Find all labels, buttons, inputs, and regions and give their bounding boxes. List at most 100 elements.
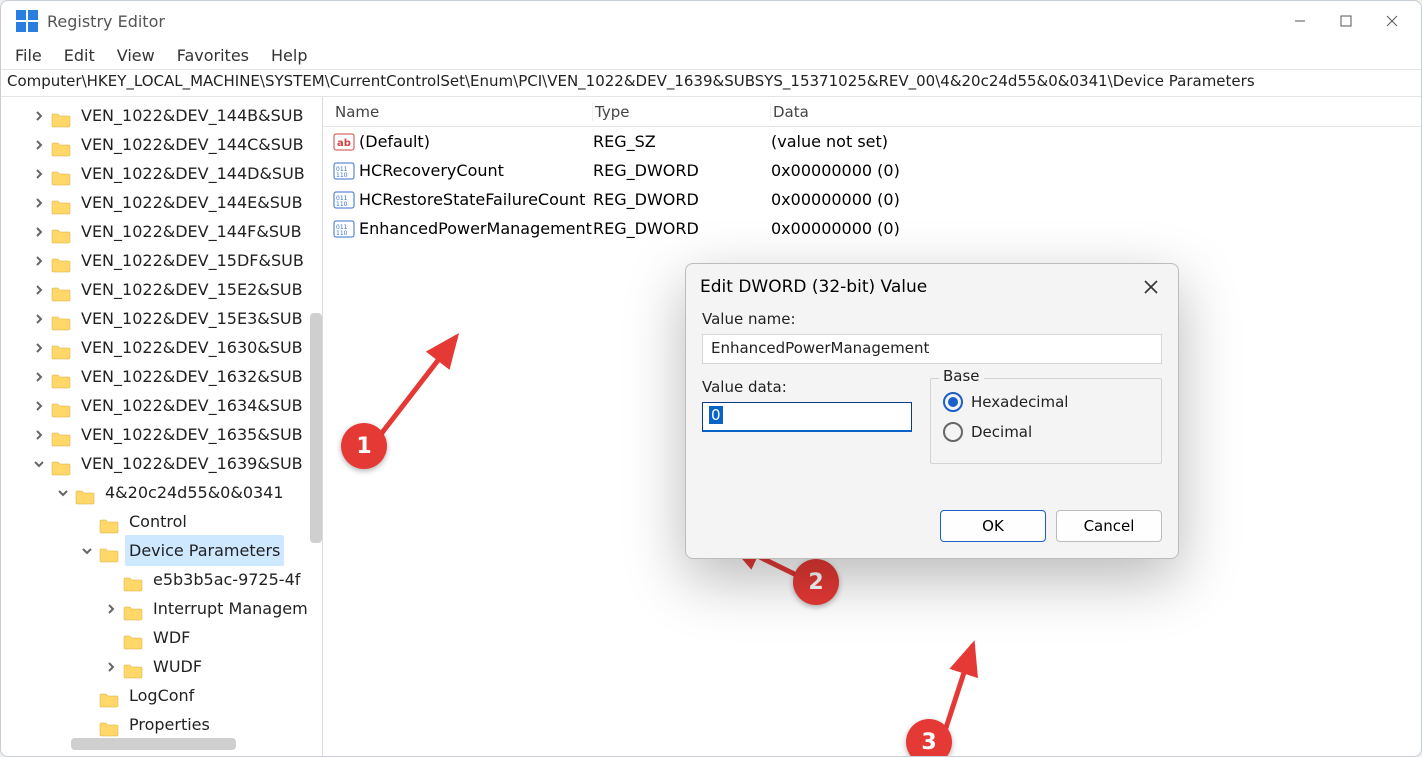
folder-icon <box>123 601 143 617</box>
folder-icon <box>51 137 71 153</box>
value-data-input[interactable]: 0 <box>702 402 912 432</box>
tree-node[interactable]: VEN_1022&DEV_15E2&SUB <box>1 275 322 304</box>
tree-node[interactable]: WDF <box>1 623 322 652</box>
cancel-button[interactable]: Cancel <box>1056 510 1162 542</box>
tree-node-label: VEN_1022&DEV_1639&SUB <box>77 448 307 479</box>
tree-node[interactable]: VEN_1022&DEV_15DF&SUB <box>1 246 322 275</box>
svg-text:110: 110 <box>336 172 348 179</box>
chevron-right-icon[interactable] <box>31 111 47 121</box>
tree-node[interactable]: WUDF <box>1 652 322 681</box>
chevron-right-icon[interactable] <box>103 662 119 672</box>
tree-node[interactable]: VEN_1022&DEV_144B&SUB <box>1 101 322 130</box>
tree-node[interactable]: Properties <box>1 710 322 739</box>
tree-node[interactable]: VEN_1022&DEV_1635&SUB <box>1 420 322 449</box>
chevron-right-icon[interactable] <box>31 227 47 237</box>
dialog-titlebar: Edit DWORD (32-bit) Value <box>686 264 1178 310</box>
tree-node-label: VEN_1022&DEV_15E2&SUB <box>77 274 307 305</box>
menu-favorites[interactable]: Favorites <box>177 46 249 65</box>
ok-button[interactable]: OK <box>940 510 1046 542</box>
tree-node[interactable]: VEN_1022&DEV_1632&SUB <box>1 362 322 391</box>
svg-text:110: 110 <box>336 201 348 208</box>
registry-tree[interactable]: VEN_1022&DEV_144B&SUBVEN_1022&DEV_144C&S… <box>1 101 322 739</box>
chevron-down-icon[interactable] <box>79 546 95 556</box>
close-button[interactable] <box>1369 1 1415 41</box>
dword-value-icon: 011110 <box>333 162 355 180</box>
values-list[interactable]: ab(Default)REG_SZ(value not set)011110HC… <box>323 127 1421 243</box>
tree-node[interactable]: VEN_1022&DEV_144D&SUB <box>1 159 322 188</box>
tree-node-label: VEN_1022&DEV_144B&SUB <box>77 100 307 131</box>
menu-view[interactable]: View <box>117 46 155 65</box>
tree-node[interactable]: Control <box>1 507 322 536</box>
folder-icon <box>51 253 71 269</box>
tree-vscrollbar[interactable] <box>310 313 322 543</box>
folder-icon <box>51 369 71 385</box>
column-headers[interactable]: Name Type Data <box>323 97 1421 127</box>
folder-icon <box>51 427 71 443</box>
folder-icon <box>123 572 143 588</box>
tree-node[interactable]: VEN_1022&DEV_1634&SUB <box>1 391 322 420</box>
tree-node-label: VEN_1022&DEV_15E3&SUB <box>77 303 307 334</box>
col-name[interactable]: Name <box>333 103 593 121</box>
dialog-close-button[interactable] <box>1138 274 1164 300</box>
radio-hex-label: Hexadecimal <box>971 393 1068 411</box>
minimize-button[interactable] <box>1277 1 1323 41</box>
radio-hex-icon <box>943 392 963 412</box>
tree-node[interactable]: VEN_1022&DEV_144F&SUB <box>1 217 322 246</box>
tree-node-label: Device Parameters <box>125 535 284 566</box>
value-row[interactable]: 011110EnhancedPowerManagementREG_DWORD0x… <box>323 214 1421 243</box>
value-data: 0x00000000 (0) <box>771 190 1421 209</box>
tree-node[interactable]: VEN_1022&DEV_1630&SUB <box>1 333 322 362</box>
tree-node[interactable]: e5b3b5ac-9725-4f <box>1 565 322 594</box>
value-data-label: Value data: <box>702 378 912 396</box>
value-data: 0x00000000 (0) <box>771 219 1421 238</box>
chevron-right-icon[interactable] <box>31 401 47 411</box>
tree-node[interactable]: VEN_1022&DEV_144C&SUB <box>1 130 322 159</box>
tree-node[interactable]: Interrupt Managem <box>1 594 322 623</box>
chevron-right-icon[interactable] <box>31 140 47 150</box>
chevron-right-icon[interactable] <box>31 256 47 266</box>
chevron-right-icon[interactable] <box>31 430 47 440</box>
chevron-right-icon[interactable] <box>31 285 47 295</box>
tree-node-label: e5b3b5ac-9725-4f <box>149 564 304 595</box>
value-name-label: Value name: <box>702 310 1162 328</box>
chevron-down-icon[interactable] <box>55 488 71 498</box>
tree-node-label: Interrupt Managem <box>149 593 312 624</box>
folder-icon <box>99 688 119 704</box>
chevron-right-icon[interactable] <box>31 343 47 353</box>
col-data[interactable]: Data <box>771 103 1421 121</box>
radio-hexadecimal[interactable]: Hexadecimal <box>943 387 1149 417</box>
chevron-right-icon[interactable] <box>31 372 47 382</box>
folder-icon <box>99 543 119 559</box>
tree-node-label: VEN_1022&DEV_1632&SUB <box>77 361 307 392</box>
edit-dword-dialog: Edit DWORD (32-bit) Value Value name: En… <box>685 263 1179 559</box>
value-type: REG_SZ <box>593 132 771 151</box>
menu-help[interactable]: Help <box>271 46 307 65</box>
tree-node[interactable]: VEN_1022&DEV_144E&SUB <box>1 188 322 217</box>
maximize-button[interactable] <box>1323 1 1369 41</box>
tree-hscrollbar[interactable] <box>71 738 236 750</box>
folder-icon <box>51 398 71 414</box>
menu-file[interactable]: File <box>15 46 42 65</box>
chevron-right-icon[interactable] <box>103 604 119 614</box>
tree-node[interactable]: VEN_1022&DEV_1639&SUB <box>1 449 322 478</box>
radio-decimal[interactable]: Decimal <box>943 417 1149 447</box>
folder-icon <box>51 456 71 472</box>
value-row[interactable]: 011110HCRestoreStateFailureCountREG_DWOR… <box>323 185 1421 214</box>
chevron-right-icon[interactable] <box>31 314 47 324</box>
svg-text:ab: ab <box>337 138 351 149</box>
tree-node[interactable]: Device Parameters <box>1 536 322 565</box>
tree-node[interactable]: LogConf <box>1 681 322 710</box>
chevron-right-icon[interactable] <box>31 198 47 208</box>
chevron-down-icon[interactable] <box>31 459 47 469</box>
value-row[interactable]: ab(Default)REG_SZ(value not set) <box>323 127 1421 156</box>
chevron-right-icon[interactable] <box>31 169 47 179</box>
value-row[interactable]: 011110HCRecoveryCountREG_DWORD0x00000000… <box>323 156 1421 185</box>
tree-node[interactable]: 4&20c24d55&0&0341 <box>1 478 322 507</box>
tree-node-label: VEN_1022&DEV_144E&SUB <box>77 187 307 218</box>
tree-node[interactable]: VEN_1022&DEV_15E3&SUB <box>1 304 322 333</box>
col-type[interactable]: Type <box>593 103 771 121</box>
string-value-icon: ab <box>333 133 355 151</box>
address-bar[interactable]: Computer\HKEY_LOCAL_MACHINE\SYSTEM\Curre… <box>1 69 1421 97</box>
value-data: 0x00000000 (0) <box>771 161 1421 180</box>
menu-edit[interactable]: Edit <box>64 46 95 65</box>
